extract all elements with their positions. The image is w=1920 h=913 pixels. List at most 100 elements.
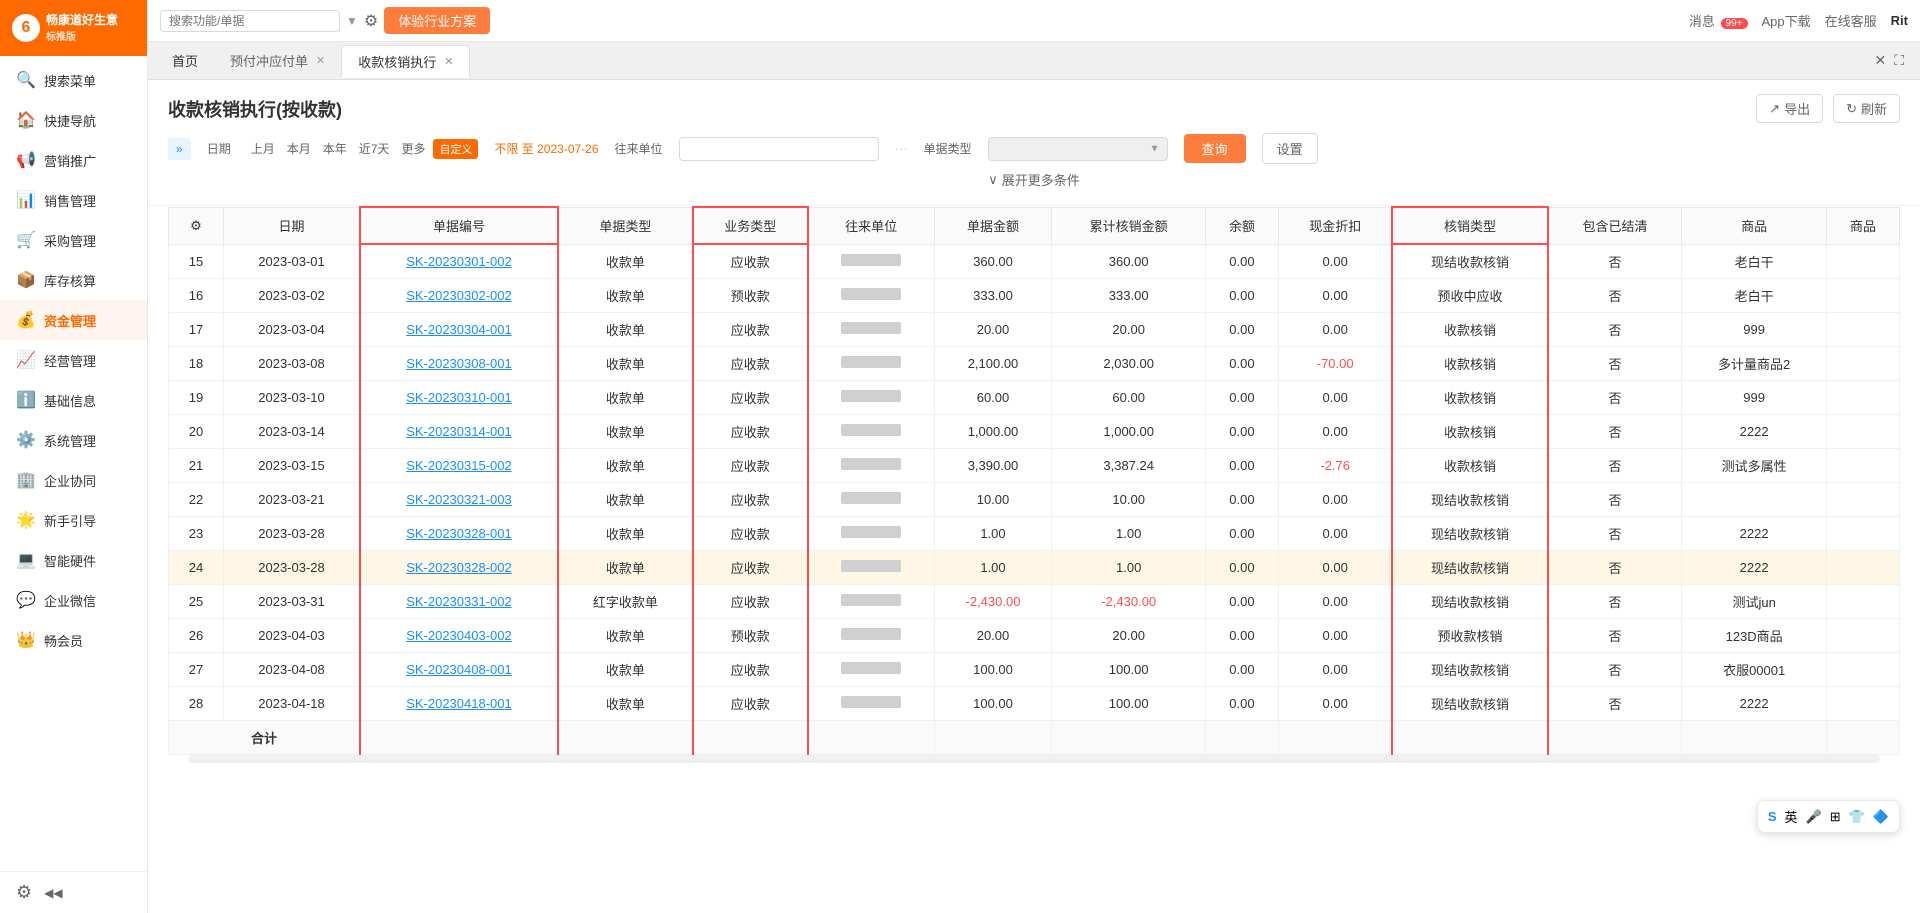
voucher-link[interactable]: SK-20230310-001 [406, 390, 512, 405]
ft-mic-icon[interactable]: 🎤 [1806, 809, 1822, 825]
cell-discount: 0.00 [1278, 517, 1392, 551]
cell-partner [808, 653, 934, 687]
voucher-link[interactable]: SK-20230304-001 [406, 322, 512, 337]
cell-goods1: 测试jun [1682, 585, 1827, 619]
sidebar-item-basic-info[interactable]: ℹ️基础信息 [0, 380, 147, 420]
sidebar-item-wechat[interactable]: 💬企业微信 [0, 580, 147, 620]
voucher-type-label: 单据类型 [924, 140, 972, 157]
th-balance: 余额 [1205, 207, 1278, 244]
cell-goods1: 衣服00001 [1682, 653, 1827, 687]
voucher-link[interactable]: SK-20230315-002 [406, 458, 512, 473]
tab-writeoff-close[interactable]: ✕ [444, 55, 453, 68]
sidebar-label-enterprise: 企业协同 [44, 471, 96, 490]
th-write-off-type: 核销类型 [1392, 207, 1547, 244]
refresh-btn[interactable]: ↻ 刷新 [1833, 94, 1900, 123]
th-settings[interactable]: ⚙ [169, 207, 224, 244]
tab-close-btn[interactable]: ✕ [1874, 52, 1886, 69]
cell-voucher-type: 收款单 [558, 279, 693, 313]
sidebar-icon-operations: 📈 [16, 350, 36, 370]
cell-amount: -2,430.00 [934, 585, 1052, 619]
voucher-link[interactable]: SK-20230408-001 [406, 662, 512, 677]
sidebar-item-search[interactable]: 🔍搜索菜单 [0, 60, 147, 100]
cell-biz-type: 预收款 [693, 279, 808, 313]
tab-home[interactable]: 首页 [156, 45, 214, 76]
gear-icon[interactable]: ⚙ [364, 11, 378, 31]
sidebar-item-sales[interactable]: 📊销售管理 [0, 180, 147, 220]
online-service-item[interactable]: 在线客服 [1825, 11, 1877, 30]
sidebar-item-guide[interactable]: 🌟新手引导 [0, 500, 147, 540]
user-name[interactable]: Rit [1891, 13, 1908, 28]
date-more[interactable]: 更多 [397, 138, 429, 159]
cell-included: 否 [1548, 347, 1682, 381]
search-input[interactable] [160, 10, 340, 32]
settings-btn[interactable]: 设置 [1262, 133, 1318, 164]
cell-included: 否 [1548, 415, 1682, 449]
tab-writeoff[interactable]: 收款核销执行 ✕ [341, 45, 470, 78]
cell-date: 2023-03-04 [224, 313, 361, 347]
settings-icon[interactable]: ⚙ [16, 882, 32, 903]
sidebar-item-marketing[interactable]: 📢营销推广 [0, 140, 147, 180]
sidebar-item-enterprise[interactable]: 🏢企业协同 [0, 460, 147, 500]
date-7days[interactable]: 近7天 [355, 138, 394, 159]
footer-voucher-type [558, 721, 693, 755]
cell-goods2 [1826, 415, 1899, 449]
sidebar-item-finance[interactable]: 💰资金管理 [0, 300, 147, 340]
voucher-link[interactable]: SK-20230418-001 [406, 696, 512, 711]
voucher-link[interactable]: SK-20230308-001 [406, 356, 512, 371]
expand-more-btn[interactable]: ∨ 展开更多条件 [988, 170, 1080, 189]
cell-partner [808, 619, 934, 653]
cell-date: 2023-03-01 [224, 244, 361, 279]
col-settings-icon[interactable]: ⚙ [190, 218, 202, 233]
sidebar-item-inventory[interactable]: 📦库存核算 [0, 260, 147, 300]
expand-icon: ∨ [988, 172, 998, 188]
sidebar-item-purchase[interactable]: 🛒采购管理 [0, 220, 147, 260]
sidebar-label-search: 搜索菜单 [44, 71, 96, 90]
voucher-link[interactable]: SK-20230321-003 [406, 492, 512, 507]
app-download-item[interactable]: App下载 [1762, 11, 1811, 30]
cell-voucher-type: 收款单 [558, 687, 693, 721]
sidebar-item-member[interactable]: 👑畅会员 [0, 620, 147, 660]
voucher-link[interactable]: SK-20230301-002 [406, 254, 512, 269]
filter-toggle-btn[interactable]: » [168, 138, 191, 160]
collapse-icon[interactable]: ◀◀ [44, 886, 62, 900]
topbar-right: 消息 99+ App下载 在线客服 Rit [1689, 11, 1908, 30]
tab-prepay[interactable]: 预付冲应付单 ✕ [214, 45, 341, 76]
ft-grid-icon[interactable]: ⊞ [1830, 809, 1841, 825]
query-btn[interactable]: 查询 [1184, 134, 1246, 163]
cell-balance: 0.00 [1205, 483, 1278, 517]
voucher-link[interactable]: SK-20230403-002 [406, 628, 512, 643]
sidebar-label-wechat: 企业微信 [44, 591, 96, 610]
tab-prepay-close[interactable]: ✕ [316, 54, 325, 67]
voucher-link[interactable]: SK-20230331-002 [406, 594, 512, 609]
sidebar-item-quick-nav[interactable]: 🏠快捷导航 [0, 100, 147, 140]
voucher-link[interactable]: SK-20230328-002 [406, 560, 512, 575]
date-custom-btn[interactable]: 自定义 [433, 139, 478, 159]
sidebar-item-operations[interactable]: 📈经营管理 [0, 340, 147, 380]
export-btn[interactable]: ↗ 导出 [1756, 94, 1823, 123]
cell-voucher-no: SK-20230403-002 [360, 619, 558, 653]
ft-shirt-icon[interactable]: 👕 [1849, 809, 1865, 825]
horizontal-scrollbar[interactable] [188, 755, 1880, 763]
message-item[interactable]: 消息 99+ [1689, 11, 1748, 30]
dropdown-icon[interactable]: ▼ [346, 14, 358, 28]
date-this-month[interactable]: 本月 [283, 138, 315, 159]
solution-btn[interactable]: 体验行业方案 [384, 7, 490, 34]
cell-goods2 [1826, 517, 1899, 551]
cell-no: 15 [169, 244, 224, 279]
ft-puzzle-icon[interactable]: 🔷 [1873, 809, 1889, 825]
voucher-type-select[interactable] [988, 137, 1168, 161]
partner-input[interactable] [679, 137, 879, 161]
cell-biz-type: 应收款 [693, 244, 808, 279]
sidebar-item-system[interactable]: ⚙️系统管理 [0, 420, 147, 460]
voucher-link[interactable]: SK-20230314-001 [406, 424, 512, 439]
cell-goods1: 2222 [1682, 551, 1827, 585]
voucher-link[interactable]: SK-20230302-002 [406, 288, 512, 303]
tab-maximize-btn[interactable]: ⛶ [1894, 52, 1904, 69]
cell-no: 22 [169, 483, 224, 517]
date-this-year[interactable]: 本年 [319, 138, 351, 159]
cell-goods2 [1826, 347, 1899, 381]
voucher-link[interactable]: SK-20230328-001 [406, 526, 512, 541]
sidebar-item-hardware[interactable]: 💻智能硬件 [0, 540, 147, 580]
date-last-month[interactable]: 上月 [247, 138, 279, 159]
cell-included: 否 [1548, 483, 1682, 517]
